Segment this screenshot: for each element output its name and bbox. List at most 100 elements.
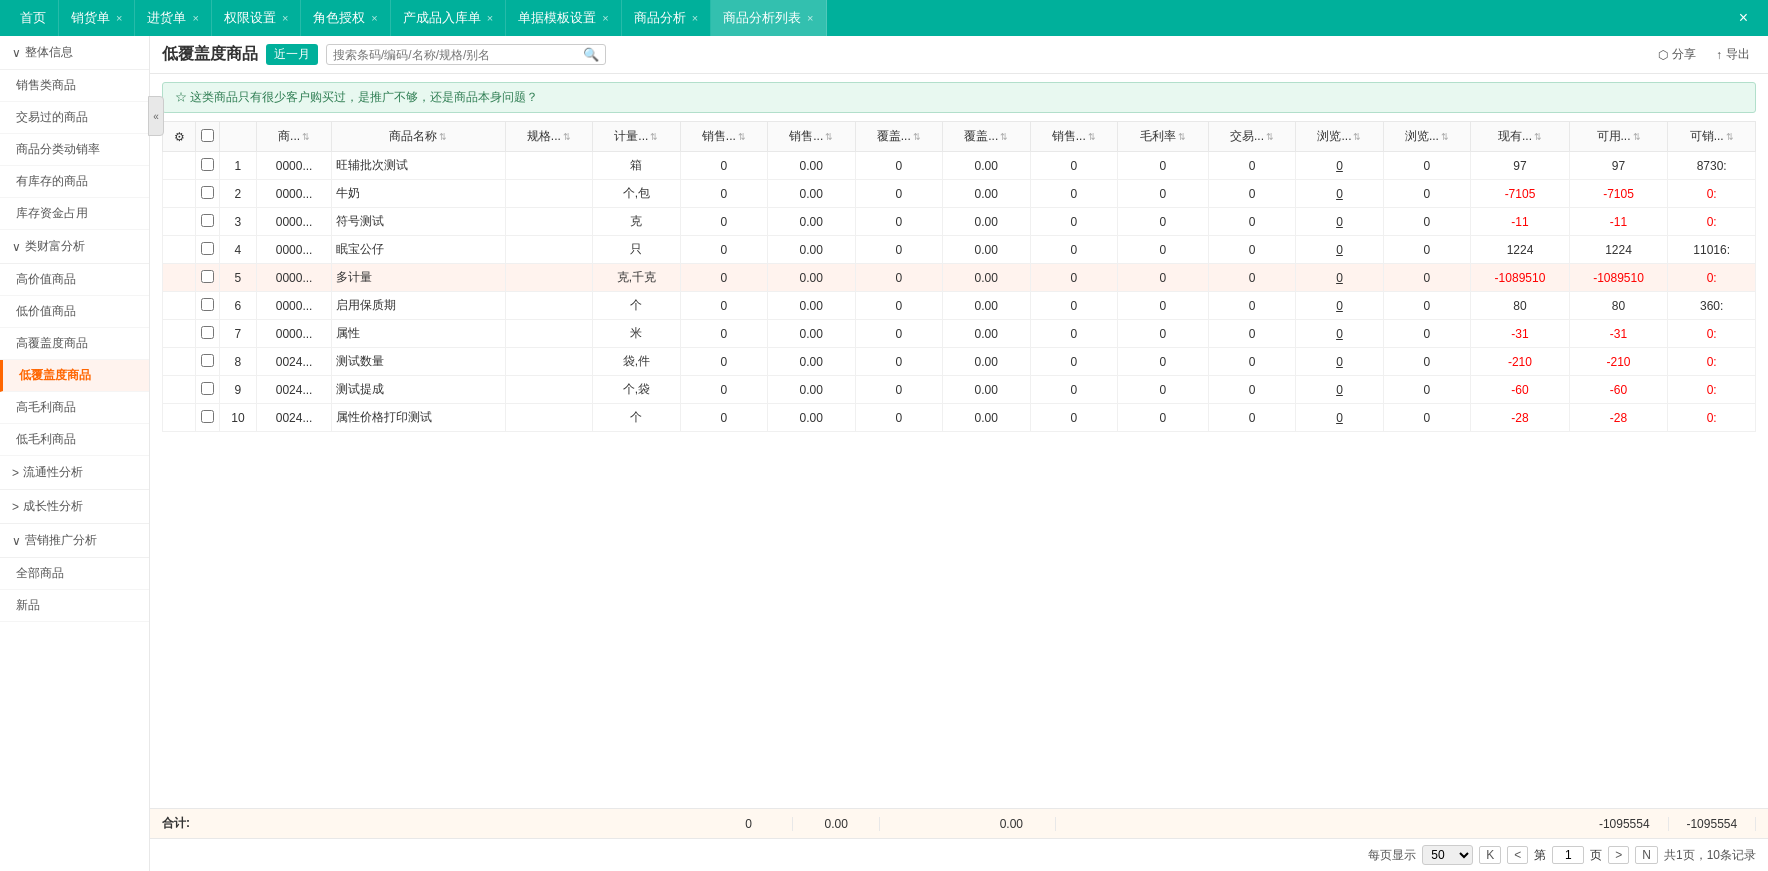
row-settings[interactable] [163, 236, 196, 264]
row-checkbox[interactable] [196, 376, 220, 404]
nav-permission[interactable]: 权限设置 × [212, 0, 301, 36]
sidebar-item-low-value[interactable]: 低价值商品 [0, 296, 149, 328]
close-icon[interactable]: × [116, 12, 122, 24]
row-settings[interactable] [163, 292, 196, 320]
last-page-button[interactable]: N [1635, 846, 1658, 864]
col-code[interactable]: 商...⇅ [256, 122, 331, 152]
row-view1[interactable]: 0 [1296, 292, 1383, 320]
share-button[interactable]: ⬡ 分享 [1652, 44, 1702, 65]
sidebar-section-liquidity[interactable]: > 流通性分析 [0, 456, 149, 490]
close-icon[interactable]: × [692, 12, 698, 24]
row-settings[interactable] [163, 180, 196, 208]
col-sale3[interactable]: 销售...⇅ [1030, 122, 1117, 152]
sidebar-item-category-rate[interactable]: 商品分类动销率 [0, 134, 149, 166]
page-size-select[interactable]: 50 20 100 [1422, 845, 1473, 865]
sidebar-section-growth[interactable]: > 成长性分析 [0, 490, 149, 524]
next-page-button[interactable]: > [1608, 846, 1629, 864]
row-checkbox[interactable] [196, 348, 220, 376]
row-checkbox[interactable] [196, 404, 220, 432]
sidebar-item-low-profit[interactable]: 低毛利商品 [0, 424, 149, 456]
close-icon[interactable]: × [602, 12, 608, 24]
col-cover1[interactable]: 覆盖...⇅ [855, 122, 942, 152]
row-view1[interactable]: 0 [1296, 236, 1383, 264]
sidebar-section-marketing[interactable]: ∨ 营销推广分析 [0, 524, 149, 558]
sidebar-section-overall[interactable]: ∨ 整体信息 [0, 36, 149, 70]
col-gross[interactable]: 毛利率⇅ [1117, 122, 1208, 152]
page-number-input[interactable] [1552, 846, 1584, 864]
row-select-checkbox[interactable] [201, 214, 214, 227]
row-view1[interactable]: 0 [1296, 152, 1383, 180]
search-icon[interactable]: 🔍 [583, 47, 599, 62]
row-select-checkbox[interactable] [201, 298, 214, 311]
col-stock3[interactable]: 可销...⇅ [1668, 122, 1756, 152]
col-view1[interactable]: 浏览...⇅ [1296, 122, 1383, 152]
data-table-wrapper[interactable]: ⚙ 商...⇅ 商品名称⇅ 规格...⇅ 计量...⇅ 销售...⇅ 销售...… [150, 121, 1768, 808]
col-unit[interactable]: 计量...⇅ [593, 122, 680, 152]
first-page-button[interactable]: K [1479, 846, 1501, 864]
col-name[interactable]: 商品名称⇅ [332, 122, 505, 152]
row-settings[interactable] [163, 152, 196, 180]
row-view1[interactable]: 0 [1296, 264, 1383, 292]
nav-template[interactable]: 单据模板设置 × [506, 0, 621, 36]
select-all-checkbox[interactable] [201, 129, 214, 142]
row-view1[interactable]: 0 [1296, 180, 1383, 208]
col-trade[interactable]: 交易...⇅ [1208, 122, 1295, 152]
row-view1[interactable]: 0 [1296, 376, 1383, 404]
nav-purchase[interactable]: 进货单 × [135, 0, 211, 36]
close-icon[interactable]: × [371, 12, 377, 24]
nav-product-storage[interactable]: 产成品入库单 × [391, 0, 506, 36]
nav-home[interactable]: 首页 [8, 0, 59, 36]
row-view1[interactable]: 0 [1296, 320, 1383, 348]
col-sale-amt[interactable]: 销售...⇅ [768, 122, 855, 152]
close-icon[interactable]: × [807, 12, 813, 24]
row-view1[interactable]: 0 [1296, 404, 1383, 432]
nav-role[interactable]: 角色授权 × [301, 0, 390, 36]
nav-sales[interactable]: 销货单 × [59, 0, 135, 36]
checkbox-column-header[interactable] [196, 122, 220, 152]
row-settings[interactable] [163, 376, 196, 404]
row-checkbox[interactable] [196, 152, 220, 180]
row-select-checkbox[interactable] [201, 270, 214, 283]
close-icon[interactable]: × [192, 12, 198, 24]
settings-column-header[interactable]: ⚙ [163, 122, 196, 152]
col-spec[interactable]: 规格...⇅ [505, 122, 592, 152]
nav-product-analysis[interactable]: 商品分析 × [622, 0, 711, 36]
row-settings[interactable] [163, 208, 196, 236]
date-range-button[interactable]: 近一月 [266, 44, 318, 65]
sidebar-item-stock-goods[interactable]: 有库存的商品 [0, 166, 149, 198]
row-view1[interactable]: 0 [1296, 208, 1383, 236]
sidebar-item-stock-capital[interactable]: 库存资金占用 [0, 198, 149, 230]
sidebar-item-low-coverage[interactable]: 低覆盖度商品 [0, 360, 149, 392]
row-select-checkbox[interactable] [201, 382, 214, 395]
export-button[interactable]: ↑ 导出 [1710, 44, 1756, 65]
row-select-checkbox[interactable] [201, 186, 214, 199]
sidebar-section-wealth[interactable]: ∨ 类财富分析 [0, 230, 149, 264]
close-icon[interactable]: × [487, 12, 493, 24]
row-settings[interactable] [163, 264, 196, 292]
row-checkbox[interactable] [196, 180, 220, 208]
row-settings[interactable] [163, 320, 196, 348]
sidebar-item-high-coverage[interactable]: 高覆盖度商品 [0, 328, 149, 360]
window-close-button[interactable]: × [1727, 9, 1760, 27]
col-stock2[interactable]: 可用...⇅ [1569, 122, 1668, 152]
nav-product-analysis-list[interactable]: 商品分析列表 × [711, 0, 826, 36]
col-view2[interactable]: 浏览...⇅ [1383, 122, 1470, 152]
row-select-checkbox[interactable] [201, 158, 214, 171]
row-settings[interactable] [163, 404, 196, 432]
sidebar-item-sales-goods[interactable]: 销售类商品 [0, 70, 149, 102]
row-select-checkbox[interactable] [201, 410, 214, 423]
sidebar-item-traded-goods[interactable]: 交易过的商品 [0, 102, 149, 134]
sidebar-item-high-profit[interactable]: 高毛利商品 [0, 392, 149, 424]
row-checkbox[interactable] [196, 208, 220, 236]
row-checkbox[interactable] [196, 264, 220, 292]
row-select-checkbox[interactable] [201, 326, 214, 339]
row-select-checkbox[interactable] [201, 242, 214, 255]
sidebar-collapse-button[interactable]: « [148, 96, 164, 136]
col-stock1[interactable]: 现有...⇅ [1471, 122, 1570, 152]
sidebar-item-all-goods[interactable]: 全部商品 [0, 558, 149, 590]
col-sale-qty[interactable]: 销售...⇅ [680, 122, 767, 152]
sidebar-item-new-goods[interactable]: 新品 [0, 590, 149, 622]
close-icon[interactable]: × [282, 12, 288, 24]
row-checkbox[interactable] [196, 292, 220, 320]
prev-page-button[interactable]: < [1507, 846, 1528, 864]
